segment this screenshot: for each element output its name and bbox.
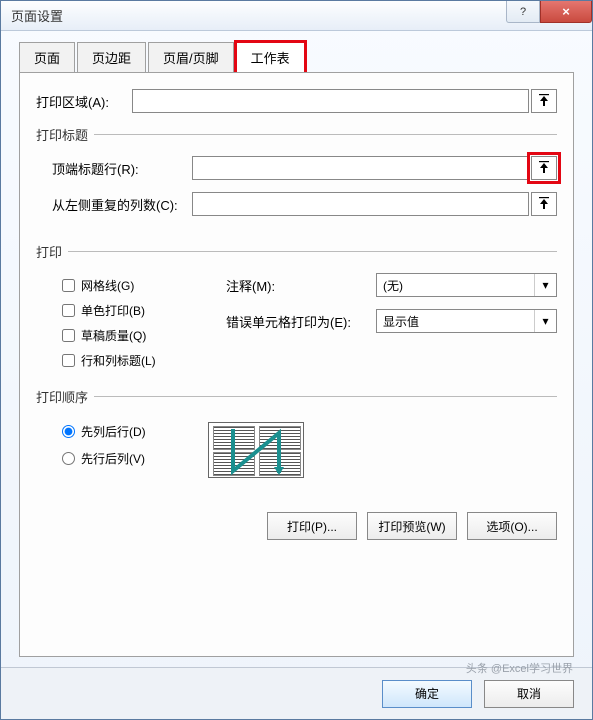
comments-value: (无) xyxy=(383,277,403,294)
print-button[interactable]: 打印(P)... xyxy=(267,512,357,540)
tab-page[interactable]: 页面 xyxy=(19,42,75,73)
tab-header-footer[interactable]: 页眉/页脚 xyxy=(148,42,234,73)
page-order-illustration-icon xyxy=(208,422,304,478)
watermark-text: 头条 @Excel学习世界 xyxy=(466,660,573,676)
order-section: 先列后行(D) 先行后列(V) xyxy=(52,418,557,478)
headings-row: 行和列标题(L) xyxy=(62,348,202,373)
headings-checkbox[interactable] xyxy=(62,354,75,367)
top-rows-collapse-button[interactable] xyxy=(531,156,557,180)
blackwhite-label: 单色打印(B) xyxy=(81,302,145,319)
over-down-label: 先行后列(V) xyxy=(81,450,145,467)
errors-label: 错误单元格打印为(E): xyxy=(226,312,376,331)
titlebar: 页面设置 ? × xyxy=(1,1,592,31)
dropdown-arrow-icon: ▾ xyxy=(534,274,556,296)
tab-strip: 页面 页边距 页眉/页脚 工作表 xyxy=(1,31,592,72)
draft-row: 草稿质量(Q) xyxy=(62,323,202,348)
errors-row: 错误单元格打印为(E): 显示值 ▾ xyxy=(226,309,557,333)
collapse-dialog-icon xyxy=(537,161,551,175)
left-cols-input[interactable] xyxy=(192,192,529,216)
sheet-panel: 打印区域(A): 打印标题 顶端标题行(R): 从左侧重复的列数(C): xyxy=(19,72,574,657)
headings-label: 行和列标题(L) xyxy=(81,352,156,369)
comments-label: 注释(M): xyxy=(226,276,376,295)
blackwhite-row: 单色打印(B) xyxy=(62,298,202,323)
left-cols-row: 从左侧重复的列数(C): xyxy=(52,192,557,216)
tab-margins[interactable]: 页边距 xyxy=(77,42,146,73)
gridlines-label: 网格线(G) xyxy=(81,277,134,294)
dropdown-arrow-icon: ▾ xyxy=(534,310,556,332)
errors-value: 显示值 xyxy=(383,313,419,330)
top-rows-label: 顶端标题行(R): xyxy=(52,159,192,178)
print-legend: 打印 xyxy=(36,242,68,261)
print-checkboxes: 网格线(G) 单色打印(B) 草稿质量(Q) 行和列标题(L) xyxy=(52,273,202,373)
print-titles-legend: 打印标题 xyxy=(36,125,94,144)
collapse-dialog-icon xyxy=(537,94,551,108)
print-area-input[interactable] xyxy=(132,89,529,113)
top-rows-input[interactable] xyxy=(192,156,529,180)
sheet-bottom-buttons: 打印(P)... 打印预览(W) 选项(O)... xyxy=(36,512,557,540)
left-cols-label: 从左侧重复的列数(C): xyxy=(52,195,192,214)
window-controls: ? × xyxy=(506,1,592,30)
left-cols-collapse-button[interactable] xyxy=(531,192,557,216)
down-over-row: 先列后行(D) xyxy=(62,418,192,445)
print-preview-button[interactable]: 打印预览(W) xyxy=(367,512,457,540)
top-rows-row: 顶端标题行(R): xyxy=(52,156,557,180)
order-group: 打印顺序 先列后行(D) 先行后列(V) xyxy=(36,387,557,482)
draft-checkbox[interactable] xyxy=(62,329,75,342)
draft-label: 草稿质量(Q) xyxy=(81,327,146,344)
print-area-label: 打印区域(A): xyxy=(36,92,132,111)
order-legend: 打印顺序 xyxy=(36,387,94,406)
print-titles-group: 打印标题 顶端标题行(R): 从左侧重复的列数(C): xyxy=(36,125,557,232)
help-button[interactable]: ? xyxy=(506,1,540,23)
gridlines-row: 网格线(G) xyxy=(62,273,202,298)
options-button[interactable]: 选项(O)... xyxy=(467,512,557,540)
blackwhite-checkbox[interactable] xyxy=(62,304,75,317)
cancel-button[interactable]: 取消 xyxy=(484,680,574,708)
down-over-radio[interactable] xyxy=(62,425,75,438)
gridlines-checkbox[interactable] xyxy=(62,279,75,292)
print-grid: 网格线(G) 单色打印(B) 草稿质量(Q) 行和列标题(L) xyxy=(52,273,557,373)
print-area-row: 打印区域(A): xyxy=(36,89,557,113)
print-area-collapse-button[interactable] xyxy=(531,89,557,113)
order-arrow-icon xyxy=(209,423,305,479)
print-group: 打印 网格线(G) 单色打印(B) 草稿质量(Q) xyxy=(36,242,557,377)
dialog-title: 页面设置 xyxy=(11,6,63,25)
print-selects: 注释(M): (无) ▾ 错误单元格打印为(E): 显示值 ▾ xyxy=(226,273,557,373)
tab-sheet[interactable]: 工作表 xyxy=(236,42,305,73)
close-button[interactable]: × xyxy=(540,1,592,23)
page-setup-dialog: 页面设置 ? × 页面 页边距 页眉/页脚 工作表 打印区域(A): 打印标题 … xyxy=(0,0,593,720)
down-over-label: 先列后行(D) xyxy=(81,423,146,440)
over-down-radio[interactable] xyxy=(62,452,75,465)
comments-row: 注释(M): (无) ▾ xyxy=(226,273,557,297)
order-radios: 先列后行(D) 先行后列(V) xyxy=(52,418,192,472)
over-down-row: 先行后列(V) xyxy=(62,445,192,472)
ok-button[interactable]: 确定 xyxy=(382,680,472,708)
collapse-dialog-icon xyxy=(537,197,551,211)
comments-select[interactable]: (无) ▾ xyxy=(376,273,557,297)
errors-select[interactable]: 显示值 ▾ xyxy=(376,309,557,333)
